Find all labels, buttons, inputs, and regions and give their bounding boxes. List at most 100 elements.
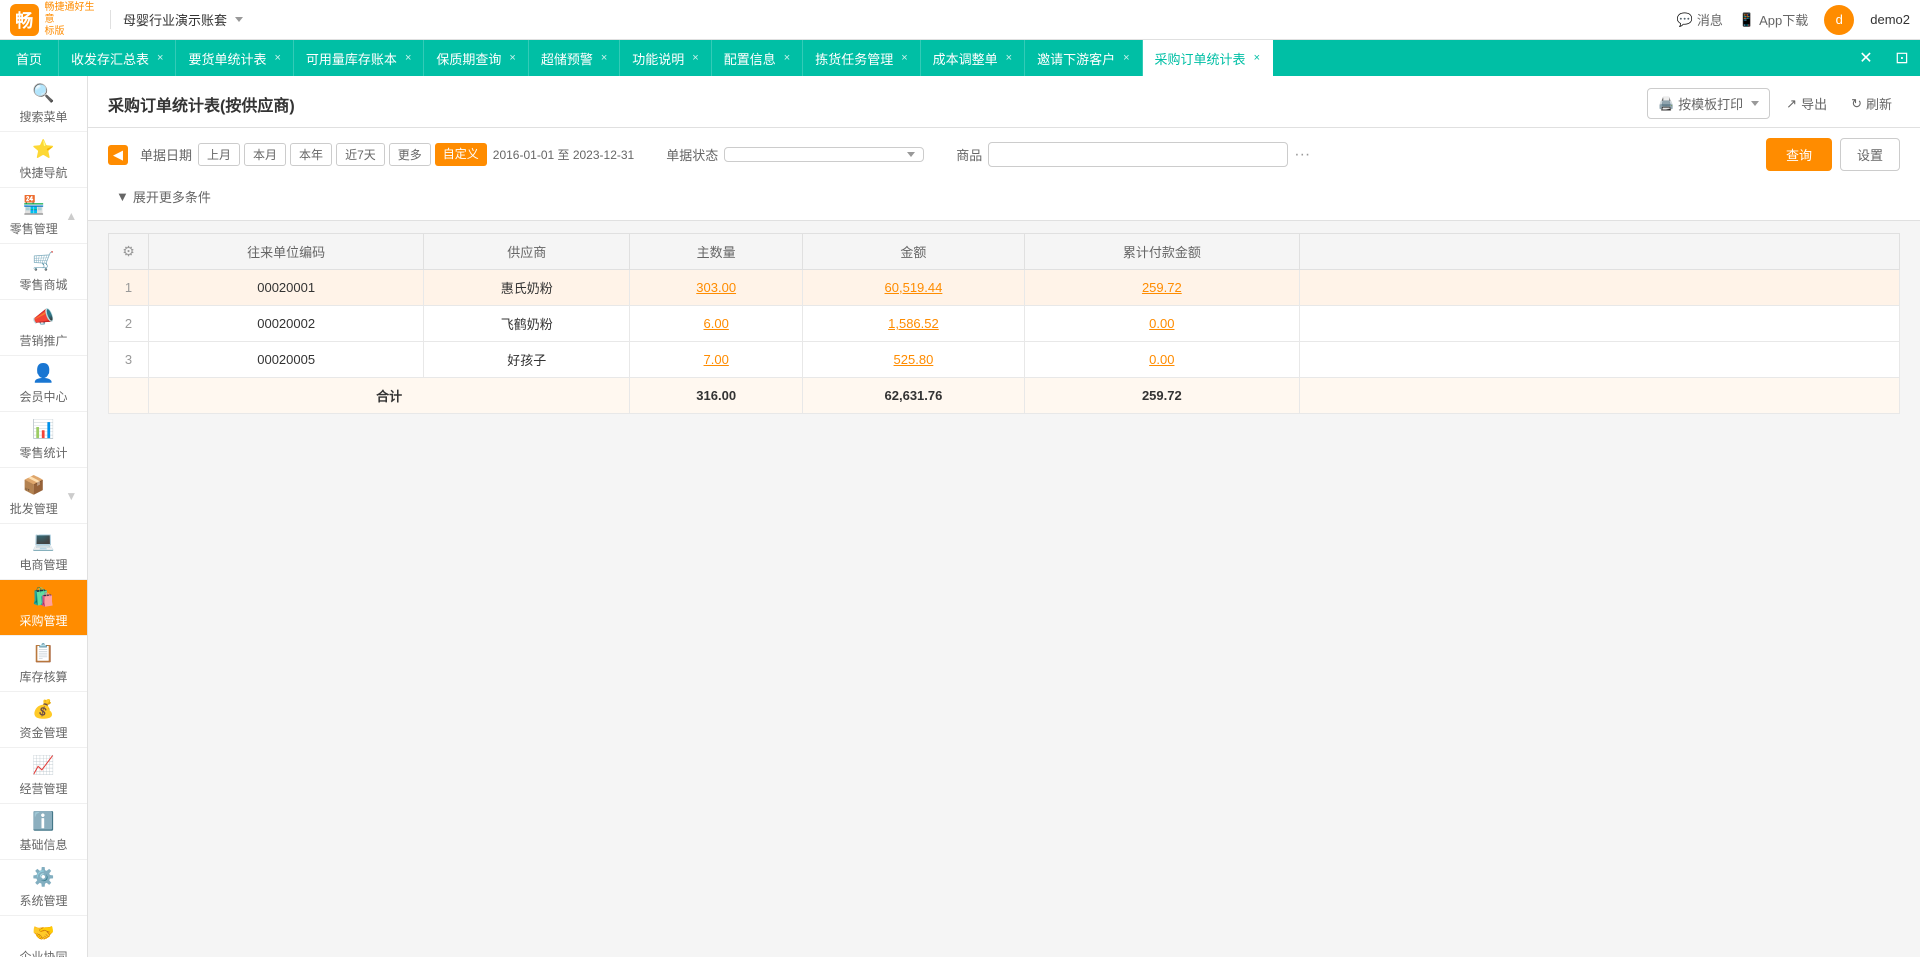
sidebar-item-ecommerce[interactable]: 💻 电商管理 xyxy=(0,524,87,580)
close-icon[interactable]: × xyxy=(692,52,698,64)
expand-more-btn[interactable]: ▼ 展开更多条件 xyxy=(108,183,219,210)
close-icon[interactable]: × xyxy=(1006,52,1012,64)
template-print-btn[interactable]: 🖨️ 按模板打印 xyxy=(1647,88,1770,119)
messages-btn[interactable]: 💬 消息 xyxy=(1677,10,1723,29)
tab-yaohuo[interactable]: 要货单统计表 × xyxy=(176,40,293,76)
row-paid[interactable]: 0.00 xyxy=(1024,342,1299,378)
setting-btn[interactable]: 设置 xyxy=(1840,138,1900,171)
tab-peizhi-label: 配置信息 xyxy=(724,49,776,68)
basic-info-icon: ℹ️ xyxy=(32,811,54,832)
tab-chengben[interactable]: 成本调整单 × xyxy=(921,40,1025,76)
workspace-selector[interactable]: 母婴行业演示账套 xyxy=(110,10,243,29)
search-icon: 🔍 xyxy=(32,83,54,104)
sidebar-item-inventory[interactable]: 📋 库存核算 xyxy=(0,636,87,692)
nav-close-btn[interactable]: ✕ xyxy=(1848,40,1884,76)
row-paid[interactable]: 0.00 xyxy=(1024,306,1299,342)
sidebar-item-ecommerce-label: 电商管理 xyxy=(19,556,67,573)
sidebar-item-search-label: 搜索菜单 xyxy=(19,108,67,125)
sidebar-item-quicknav[interactable]: ⭐ 快捷导航 xyxy=(0,132,87,188)
export-btn[interactable]: ↗ 导出 xyxy=(1778,89,1835,118)
status-filter-group: 单据状态 xyxy=(666,145,924,164)
close-icon[interactable]: × xyxy=(157,52,163,64)
sidebar-item-shop[interactable]: 🛒 零售商城 xyxy=(0,244,87,300)
close-icon[interactable]: × xyxy=(1254,52,1260,64)
date-filter-label: 单据日期 xyxy=(140,145,192,164)
date-btn-7days[interactable]: 近7天 xyxy=(336,143,385,166)
sidebar-item-shop-label: 零售商城 xyxy=(19,276,67,293)
app-download-btn[interactable]: 📱 App下载 xyxy=(1739,10,1808,29)
tab-baozhiqi-label: 保质期查询 xyxy=(436,49,501,68)
tab-yaohuo-label: 要货单统计表 xyxy=(188,49,266,68)
tab-shoufacun[interactable]: 收发存汇总表 × xyxy=(59,40,176,76)
sidebar-item-finance-label: 资金管理 xyxy=(19,724,67,741)
sidebar-item-search[interactable]: 🔍 搜索菜单 xyxy=(0,76,87,132)
tab-baozhiqi[interactable]: 保质期查询 × xyxy=(424,40,528,76)
tab-caigou-active[interactable]: 采购订单统计表 × xyxy=(1143,40,1273,76)
total-paid: 259.72 xyxy=(1024,378,1299,414)
tab-chaochuyujing[interactable]: 超储预警 × xyxy=(529,40,620,76)
date-btn-this-year[interactable]: 本年 xyxy=(290,143,332,166)
row-quantity[interactable]: 6.00 xyxy=(630,306,803,342)
sidebar-item-purchase[interactable]: 🛍️ 采购管理 xyxy=(0,580,87,636)
sidebar-item-system-label: 系统管理 xyxy=(19,892,67,909)
sidebar-item-finance[interactable]: 💰 资金管理 xyxy=(0,692,87,748)
avatar-initials: d xyxy=(1836,12,1843,27)
filter-collapse-btn[interactable]: ◀ xyxy=(108,145,128,165)
query-btn[interactable]: 查询 xyxy=(1766,138,1832,171)
sidebar-item-retail-label: 零售管理 xyxy=(10,220,58,237)
date-btn-this-month[interactable]: 本月 xyxy=(244,143,286,166)
close-icon[interactable]: × xyxy=(1123,52,1129,64)
date-btn-more[interactable]: 更多 xyxy=(389,143,431,166)
close-icon[interactable]: × xyxy=(509,52,515,64)
goods-filter-input[interactable] xyxy=(988,142,1288,167)
row-amount[interactable]: 1,586.52 xyxy=(803,306,1024,342)
tab-peizhi[interactable]: 配置信息 × xyxy=(712,40,803,76)
sidebar-item-collab[interactable]: 🤝 企业协同 xyxy=(0,916,87,957)
table-header: ⚙ 往来单位编码 供应商 主数量 金额 累计付款金额 xyxy=(109,234,1900,270)
sidebar-item-retailstat[interactable]: 📊 零售统计 xyxy=(0,412,87,468)
row-amount[interactable]: 525.80 xyxy=(803,342,1024,378)
date-btn-last-month[interactable]: 上月 xyxy=(198,143,240,166)
nav-maximize-btn[interactable]: ⊡ xyxy=(1884,40,1920,76)
filter-row-1: ◀ 单据日期 上月 本月 本年 近7天 更多 自定义 2016-01-01 至 … xyxy=(108,138,1900,171)
nav-right-buttons: ✕ ⊡ xyxy=(1848,40,1920,76)
sidebar-item-marketing[interactable]: 📣 营销推广 xyxy=(0,300,87,356)
sidebar-item-basic-info[interactable]: ℹ️ 基础信息 xyxy=(0,804,87,860)
print-chevron-icon xyxy=(1751,101,1759,106)
row-amount[interactable]: 60,519.44 xyxy=(803,270,1024,306)
tab-kuyongliang[interactable]: 可用量库存账本 × xyxy=(294,40,424,76)
refresh-btn[interactable]: ↻ 刷新 xyxy=(1843,89,1900,118)
tab-jianhuo[interactable]: 拣货任务管理 × xyxy=(803,40,920,76)
close-icon[interactable]: × xyxy=(274,52,280,64)
page-actions: 🖨️ 按模板打印 ↗ 导出 ↻ 刷新 xyxy=(1647,88,1900,119)
top-right-area: 💬 消息 📱 App下载 d demo2 xyxy=(1677,5,1910,35)
action-buttons: 查询 设置 xyxy=(1766,138,1900,171)
row-code: 00020005 xyxy=(149,342,424,378)
tab-yaoqing[interactable]: 邀请下游客户 × xyxy=(1025,40,1142,76)
row-num: 2 xyxy=(109,306,149,342)
tab-gongneng[interactable]: 功能说明 × xyxy=(620,40,711,76)
th-code: 往来单位编码 xyxy=(149,234,424,270)
close-icon[interactable]: × xyxy=(784,52,790,64)
row-quantity[interactable]: 7.00 xyxy=(630,342,803,378)
sidebar-item-wholesale[interactable]: 📦 批发管理 ▼ xyxy=(0,468,87,524)
user-avatar[interactable]: d xyxy=(1824,5,1854,35)
sidebar-item-operations[interactable]: 📈 经营管理 xyxy=(0,748,87,804)
sidebar-item-member[interactable]: 👤 会员中心 xyxy=(0,356,87,412)
column-settings-icon[interactable]: ⚙ xyxy=(122,243,135,259)
close-icon[interactable]: × xyxy=(405,52,411,64)
row-quantity[interactable]: 303.00 xyxy=(630,270,803,306)
total-row: 合计 316.00 62,631.76 259.72 xyxy=(109,378,1900,414)
goods-more-icon[interactable]: ··· xyxy=(1294,146,1310,164)
status-select[interactable] xyxy=(724,147,924,162)
tab-home[interactable]: 首页 xyxy=(0,40,59,76)
sidebar-item-retail[interactable]: 🏪 零售管理 ▲ xyxy=(0,188,87,244)
close-icon[interactable]: × xyxy=(601,52,607,64)
row-supplier: 好孩子 xyxy=(424,342,630,378)
close-icon[interactable]: × xyxy=(901,52,907,64)
row-paid[interactable]: 259.72 xyxy=(1024,270,1299,306)
expand-label: 展开更多条件 xyxy=(133,187,211,206)
tab-chaochuyujing-label: 超储预警 xyxy=(541,49,593,68)
sidebar-item-quicknav-label: 快捷导航 xyxy=(19,164,67,181)
sidebar-item-system[interactable]: ⚙️ 系统管理 xyxy=(0,860,87,916)
